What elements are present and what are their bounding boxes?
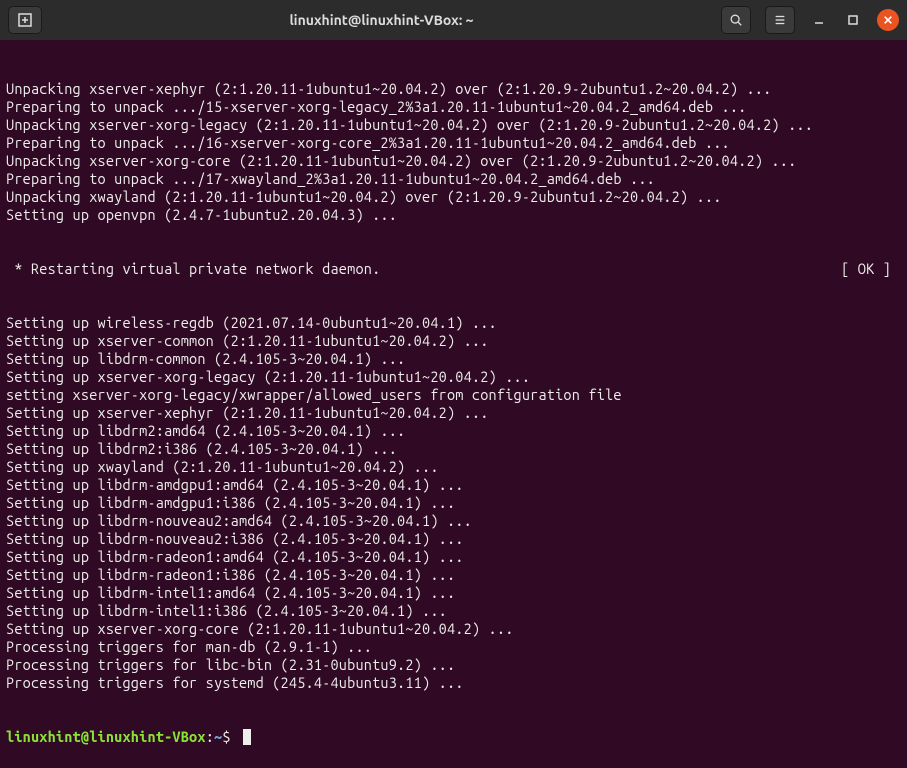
minimize-button[interactable] [809, 10, 829, 30]
terminal-line: Preparing to unpack .../17-xwayland_2%3a… [6, 170, 901, 188]
terminal-line: Setting up openvpn (2.4.7-1ubuntu2.20.04… [6, 206, 901, 224]
terminal-line: Setting up libdrm-amdgpu1:amd64 (2.4.105… [6, 476, 901, 494]
terminal-line: Setting up xserver-xephyr (2:1.20.11-1ub… [6, 404, 901, 422]
terminal-line: Processing triggers for libc-bin (2.31-0… [6, 656, 901, 674]
close-button[interactable] [877, 9, 899, 31]
terminal-line: Preparing to unpack .../15-xserver-xorg-… [6, 98, 901, 116]
new-tab-button[interactable] [8, 6, 42, 34]
terminal-line: Setting up libdrm-nouveau2:i386 (2.4.105… [6, 530, 901, 548]
terminal-line: Setting up wireless-regdb (2021.07.14-0u… [6, 314, 901, 332]
terminal-line: Processing triggers for man-db (2.9.1-1)… [6, 638, 901, 656]
prompt-user: linuxhint@linuxhint-VBox [6, 728, 206, 746]
terminal-line: Unpacking xserver-xorg-core (2:1.20.11-1… [6, 152, 901, 170]
prompt-dollar: $ [222, 728, 239, 746]
window-title: linuxhint@linuxhint-VBox: ~ [50, 12, 713, 28]
terminal-line: Setting up libdrm-intel1:amd64 (2.4.105-… [6, 584, 901, 602]
prompt-line[interactable]: linuxhint@linuxhint-VBox:~$ [6, 728, 901, 746]
terminal-line: Setting up xserver-xorg-core (2:1.20.11-… [6, 620, 901, 638]
terminal-line: Unpacking xserver-xorg-legacy (2:1.20.11… [6, 116, 901, 134]
terminal-line: Processing triggers for systemd (245.4-4… [6, 674, 901, 692]
terminal-line: Unpacking xwayland (2:1.20.11-1ubuntu1~2… [6, 188, 901, 206]
menu-button[interactable] [765, 6, 795, 34]
terminal-line: Setting up xwayland (2:1.20.11-1ubuntu1~… [6, 458, 901, 476]
cursor [243, 729, 251, 745]
titlebar-left [8, 6, 42, 34]
search-button[interactable] [721, 6, 751, 34]
titlebar-right [721, 6, 899, 34]
terminal-line: Setting up xserver-common (2:1.20.11-1ub… [6, 332, 901, 350]
ok-status: [ OK ] [841, 260, 901, 278]
maximize-button[interactable] [843, 10, 863, 30]
terminal-line: Setting up xserver-xorg-legacy (2:1.20.1… [6, 368, 901, 386]
prompt-path: ~ [214, 728, 222, 746]
terminal-line: Setting up libdrm-radeon1:i386 (2.4.105-… [6, 566, 901, 584]
terminal-line: Setting up libdrm-amdgpu1:i386 (2.4.105-… [6, 494, 901, 512]
terminal-output[interactable]: Unpacking xserver-xephyr (2:1.20.11-1ubu… [0, 40, 907, 768]
terminal-line: Setting up libdrm-radeon1:amd64 (2.4.105… [6, 548, 901, 566]
prompt-colon: : [206, 728, 214, 746]
terminal-line: setting xserver-xorg-legacy/xwrapper/all… [6, 386, 901, 404]
restart-text: * Restarting virtual private network dae… [6, 260, 380, 278]
terminal-line: Setting up libdrm-intel1:i386 (2.4.105-3… [6, 602, 901, 620]
terminal-line: Unpacking xserver-xephyr (2:1.20.11-1ubu… [6, 80, 901, 98]
terminal-line: Setting up libdrm2:amd64 (2.4.105-3~20.0… [6, 422, 901, 440]
terminal-line: Preparing to unpack .../16-xserver-xorg-… [6, 134, 901, 152]
titlebar: linuxhint@linuxhint-VBox: ~ [0, 0, 907, 40]
terminal-line: Setting up libdrm2:i386 (2.4.105-3~20.04… [6, 440, 901, 458]
terminal-line: * Restarting virtual private network dae… [6, 260, 901, 278]
terminal-line: Setting up libdrm-common (2.4.105-3~20.0… [6, 350, 901, 368]
terminal-line: Setting up libdrm-nouveau2:amd64 (2.4.10… [6, 512, 901, 530]
